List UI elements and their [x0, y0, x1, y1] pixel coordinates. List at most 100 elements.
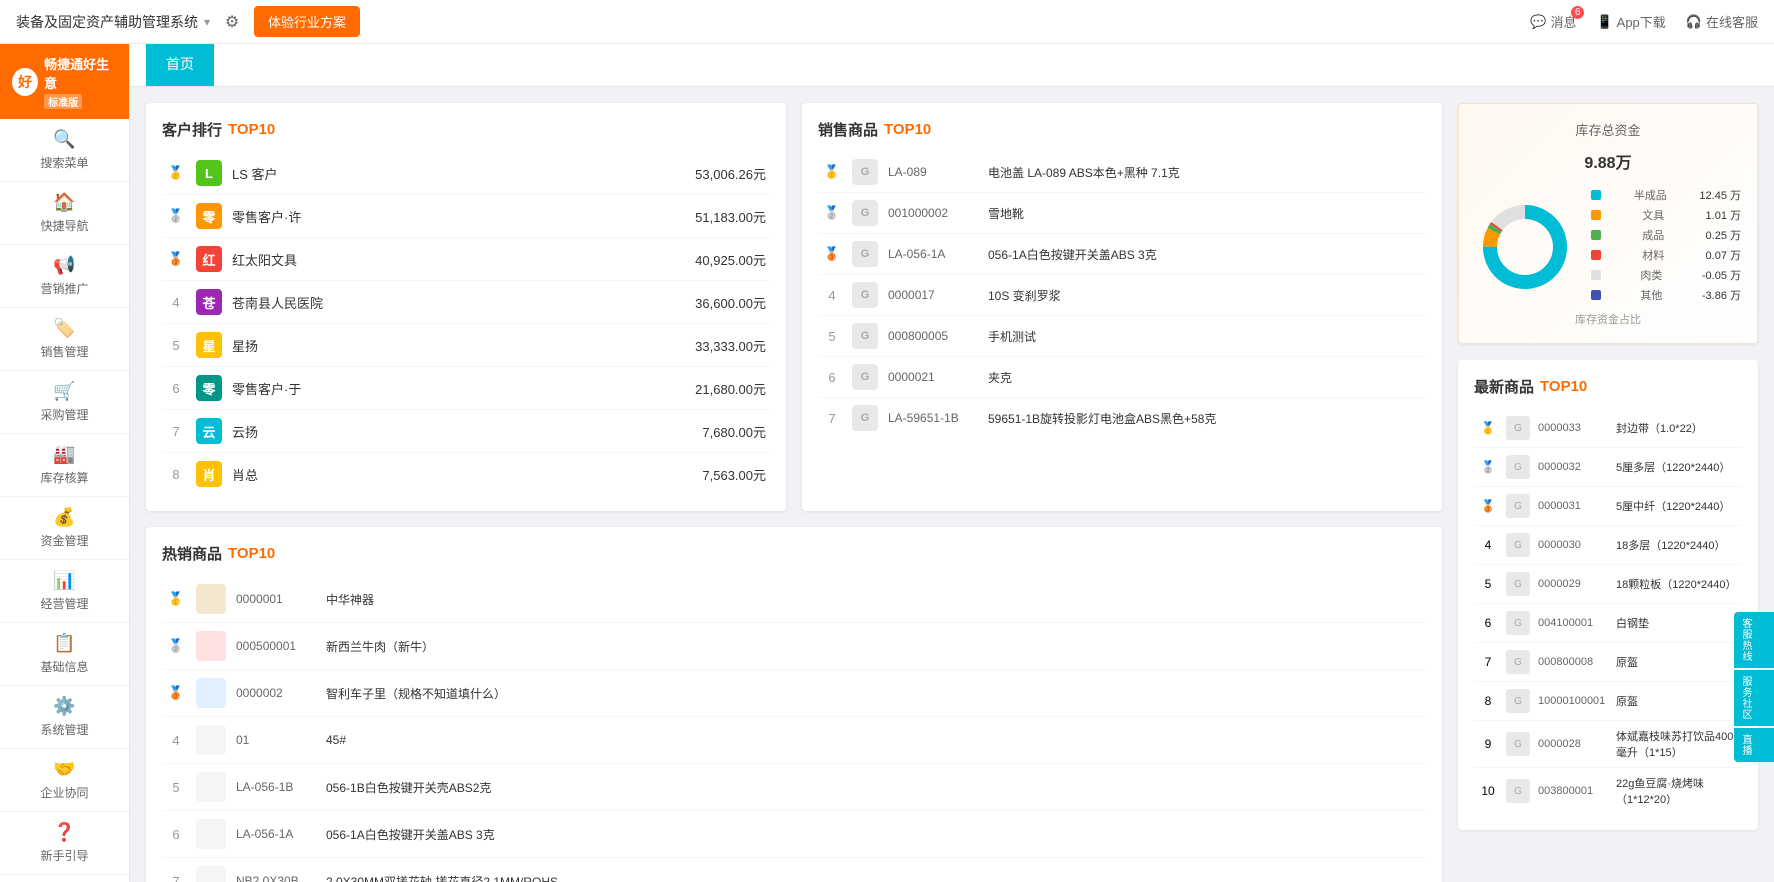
hot-row-6: 6 LA-056-1A 056-1A白色按键开关盖ABS 3克 [162, 811, 1426, 858]
prod-row-4: 4 G 0000017 10S 变刹罗浆 [818, 275, 1426, 316]
sidebar-operation-label: 经营管理 [40, 595, 88, 612]
customer-row-4: 4 苍 苍南县人民医院 36,600.00元 [162, 281, 770, 324]
new-products-card: 最新商品 TOP10 🥇 G 0000033 封边带（1.0*22） 🥈 G 0… [1458, 360, 1758, 830]
sidebar-item-search[interactable]: 🔍 搜索菜单 [0, 119, 129, 182]
sidebar-item-enterprise[interactable]: 🤝 企业协同 [0, 749, 129, 812]
rank-name-5: 星扬 [232, 336, 685, 355]
sidebar-item-sales[interactable]: 🏷️ 销售管理 [0, 308, 129, 371]
prod-code-1: LA-089 [888, 165, 978, 179]
right-column: 库存总资金 9.88万 [1458, 103, 1758, 866]
sidebar-item-system[interactable]: ⚙️ 系统管理 [0, 686, 129, 749]
prod-code-5: 000800005 [888, 329, 978, 343]
trial-button[interactable]: 体验行业方案 [254, 6, 360, 37]
new-row-4: 4 G 0000030 18多层（1220*2440） [1474, 526, 1742, 565]
tab-home[interactable]: 首页 [146, 44, 214, 86]
basic-icon: 📋 [53, 633, 75, 654]
inventory-amount: 9.88万 [1475, 143, 1741, 175]
legend-name-1: 半成品 [1607, 187, 1693, 203]
sidebar-item-operation[interactable]: 📊 经营管理 [0, 560, 129, 623]
tab-home-label: 首页 [166, 56, 194, 72]
prod-row-3: 🥉 G LA-056-1A 056-1A白色按键开关盖ABS 3克 [818, 234, 1426, 275]
main-content: 客户排行 TOP10 🥇 L LS 客户 53,006.26元 🥈 零 [130, 87, 1774, 882]
float-btn-community[interactable]: 服务社区 [1734, 670, 1774, 726]
product-sales-ranking-card: 销售商品 TOP10 🥇 G LA-089 电池盖 LA-089 ABS本色+黑… [802, 103, 1442, 511]
logo-text-container: 畅捷通好生意 标准版 [44, 54, 117, 109]
hot-img-1 [196, 584, 226, 614]
legend-name-6: 其他 [1607, 287, 1696, 303]
legend-item-3: 成品 0.25 万 [1591, 227, 1741, 243]
message-button[interactable]: 💬 消息 6 [1530, 12, 1576, 31]
prod-num-5: 5 [822, 329, 842, 344]
operation-icon: 📊 [53, 570, 75, 591]
new-code-4: 0000030 [1538, 539, 1608, 551]
online-service-label: 在线客服 [1706, 12, 1758, 31]
prod-row-7: 7 G LA-59651-1B 59651-1B旋转投影灯电池盒ABS黑色+58… [818, 398, 1426, 438]
hot-code-2: 000500001 [236, 639, 316, 653]
hot-name-5: 056-1B白色按键开关壳ABS2克 [326, 779, 1422, 796]
new-icon-6: G [1506, 611, 1530, 635]
new-name-10: 22g鱼豆腐·烧烤味（1*12*20） [1616, 775, 1738, 807]
customer-row-2: 🥈 零 零售客户·许 51,183.00元 [162, 195, 770, 238]
sidebar-item-finance[interactable]: 💰 资金管理 [0, 497, 129, 560]
rank-num-7: 7 [166, 424, 186, 439]
hot-num-4: 4 [166, 733, 186, 748]
new-num-9: 9 [1478, 737, 1498, 751]
logo-tag: 标准版 [44, 94, 82, 109]
logo-icon: 好 [12, 68, 38, 96]
new-medal-2: 🥈 [1478, 460, 1498, 474]
rank-num-5: 5 [166, 338, 186, 353]
float-btn-live[interactable]: 直播 [1734, 728, 1774, 762]
sidebar-item-marketing[interactable]: 📢 营销推广 [0, 245, 129, 308]
headset-icon: 🎧 [1686, 14, 1702, 30]
new-code-1: 0000033 [1538, 422, 1608, 434]
customer-row-1: 🥇 L LS 客户 53,006.26元 [162, 152, 770, 195]
sidebar-purchase-label: 采购管理 [40, 406, 88, 423]
prod-row-2: 🥈 G 001000002 雪地靴 [818, 193, 1426, 234]
prod-name-7: 59651-1B旋转投影灯电池盒ABS黑色+58克 [988, 410, 1422, 427]
rank-amount-8: 7,563.00元 [702, 465, 766, 484]
rank-amount-2: 51,183.00元 [695, 207, 766, 226]
system-icon: ⚙️ [53, 696, 75, 717]
hot-code-3: 0000002 [236, 686, 316, 700]
new-name-1: 封边带（1.0*22） [1616, 420, 1738, 436]
new-icon-10: G [1506, 779, 1530, 803]
sidebar-system-label: 系统管理 [40, 721, 88, 738]
customer-ranking-title: 客户排行 TOP10 [162, 119, 770, 140]
mobile-icon: 📱 [1596, 14, 1612, 30]
online-service-button[interactable]: 🎧 在线客服 [1686, 12, 1758, 31]
rank-badge-2: 零 [196, 203, 222, 229]
settings-button[interactable]: ⚙ [218, 8, 246, 36]
hot-row-5: 5 LA-056-1B 056-1B白色按键开关壳ABS2克 [162, 764, 1426, 811]
hot-img-7 [196, 866, 226, 882]
home-icon: 🏠 [53, 192, 75, 213]
rank-medal-3: 🥉 [166, 251, 186, 267]
hot-code-7: NB2.0X30B [236, 874, 316, 882]
legend-val-2: 1.01 万 [1706, 207, 1741, 223]
float-btn-service[interactable]: 客服热线 [1734, 612, 1774, 668]
new-num-10: 10 [1478, 784, 1498, 798]
app-download-button[interactable]: 📱 App下载 [1596, 12, 1665, 31]
sidebar-item-basic[interactable]: 📋 基础信息 [0, 623, 129, 686]
hot-row-2: 🥈 000500001 新西兰牛肉（新牛） [162, 623, 1426, 670]
sidebar-item-guide[interactable]: ❓ 新手引导 [0, 812, 129, 875]
topbar-right: 💬 消息 6 📱 App下载 🎧 在线客服 [1530, 12, 1758, 31]
sidebar-item-quicknav[interactable]: 🏠 快捷导航 [0, 182, 129, 245]
rank-name-6: 零售客户·于 [232, 379, 685, 398]
system-selector[interactable]: 装备及固定资产辅助管理系统 ▾ [16, 12, 210, 32]
prod-icon-7: G [852, 405, 878, 431]
new-code-10: 003800001 [1538, 785, 1608, 797]
legend-name-2: 文具 [1607, 207, 1700, 223]
rank-name-3: 红太阳文具 [232, 250, 685, 269]
legend-val-1: 12.45 万 [1699, 187, 1741, 203]
new-row-2: 🥈 G 0000032 5厘多层（1220*2440） [1474, 448, 1742, 487]
rank-badge-1: L [196, 160, 222, 186]
sidebar-item-inventory[interactable]: 🏭 库存核算 [0, 434, 129, 497]
new-medal-3: 🥉 [1478, 499, 1498, 513]
sidebar-item-purchase[interactable]: 🛒 采购管理 [0, 371, 129, 434]
customer-row-7: 7 云 云扬 7,680.00元 [162, 410, 770, 453]
legend-dot-1 [1591, 190, 1601, 200]
rank-badge-6: 零 [196, 375, 222, 401]
prod-medal-1: 🥇 [822, 164, 842, 180]
legend-item-1: 半成品 12.45 万 [1591, 187, 1741, 203]
hot-img-3 [196, 678, 226, 708]
